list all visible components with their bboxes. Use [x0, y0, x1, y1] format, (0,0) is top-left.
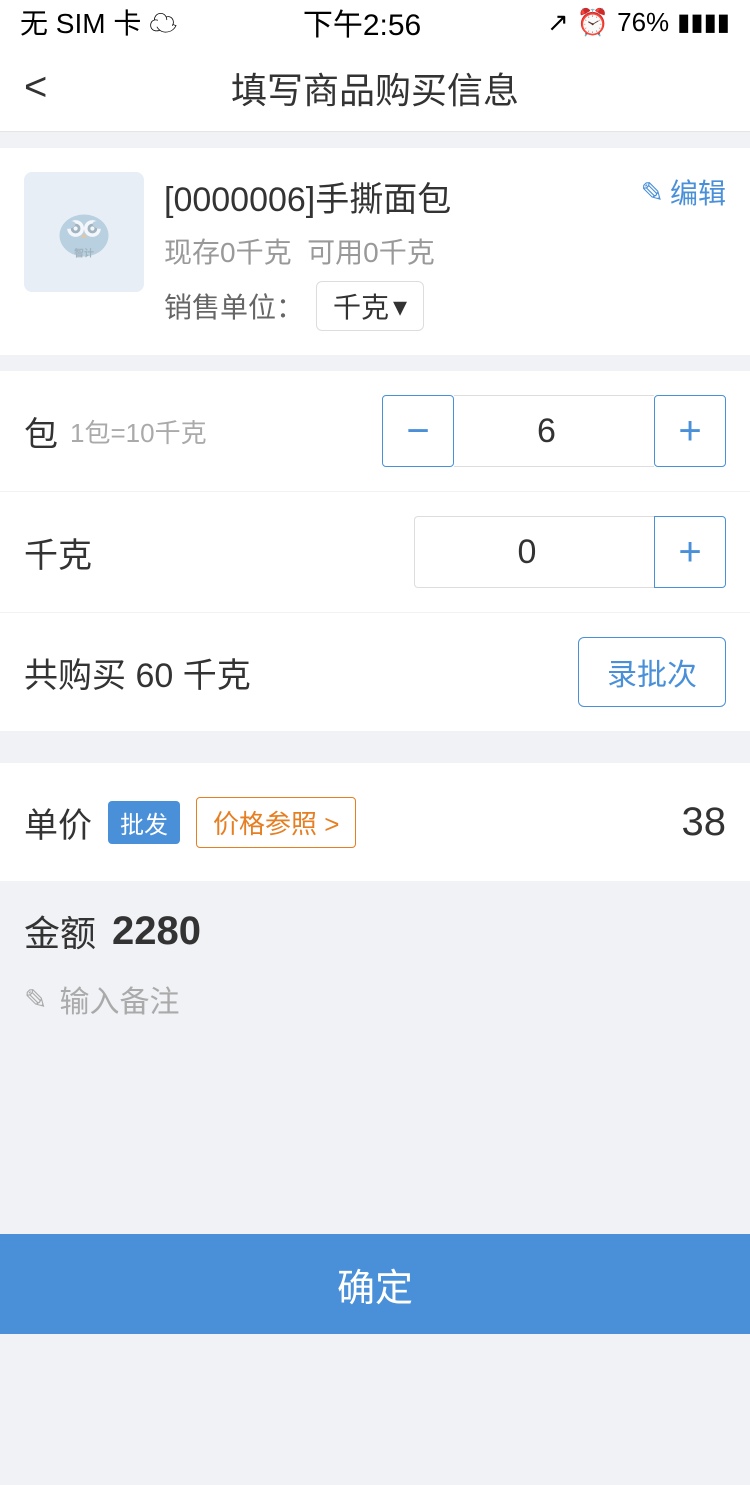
- status-bar: 无 SIM 卡 ☁ 下午2:56 ↗ ⏰ 76% ▮▮▮▮: [0, 0, 750, 44]
- price-value: 38: [682, 800, 727, 845]
- amount-row: 金额 2280: [24, 905, 726, 957]
- page-title: 填写商品购买信息: [231, 62, 519, 114]
- empty-space: [0, 1045, 750, 1385]
- alarm-icon: ⏰: [577, 7, 609, 38]
- bao-controls: − +: [382, 395, 726, 467]
- dropdown-icon: ▾: [393, 290, 407, 323]
- bao-increment-button[interactable]: +: [654, 395, 726, 467]
- back-button[interactable]: <: [24, 65, 47, 110]
- kg-controls: +: [414, 516, 726, 588]
- product-card: 智计 [0000006]手撕面包 现存0千克 可用0千克 销售单位： 千克 ▾ …: [0, 148, 750, 355]
- kg-input[interactable]: [414, 516, 654, 588]
- kg-input-row: 千克 +: [0, 492, 750, 613]
- separator-1: [0, 355, 750, 371]
- status-left: 无 SIM 卡 ☁: [20, 2, 177, 42]
- price-ref-button[interactable]: 价格参照 >: [196, 797, 356, 848]
- bao-hint: 1包=10千克: [70, 413, 382, 450]
- unit-select[interactable]: 千克 ▾: [316, 281, 424, 331]
- edit-button[interactable]: ✎ 编辑: [641, 172, 726, 212]
- battery-level: 76%: [617, 7, 669, 38]
- price-section: 单价 批发 价格参照 > 38: [0, 763, 750, 881]
- batch-tag: 批发: [108, 801, 180, 844]
- remark-input[interactable]: 输入备注: [59, 977, 179, 1021]
- svg-text:智计: 智计: [74, 247, 94, 260]
- nav-bar: < 填写商品购买信息: [0, 44, 750, 132]
- product-thumbnail: 智计: [24, 172, 144, 292]
- bao-label: 包: [24, 407, 58, 456]
- pencil-icon: ✎: [24, 983, 47, 1016]
- kg-label: 千克: [24, 528, 92, 577]
- kg-increment-button[interactable]: +: [654, 516, 726, 588]
- bao-input-row: 包 1包=10千克 − +: [0, 371, 750, 492]
- confirm-button[interactable]: 确定: [337, 1257, 413, 1312]
- location-icon: ↗: [547, 7, 569, 38]
- bao-decrement-button[interactable]: −: [382, 395, 454, 467]
- amount-label: 金额: [24, 905, 96, 957]
- total-text: 共购买 60 千克: [24, 648, 251, 697]
- price-label: 单价: [24, 798, 92, 847]
- amount-section: 金额 2280 ✎ 输入备注: [0, 881, 750, 1045]
- unit-label: 销售单位：: [164, 286, 304, 326]
- batch-button[interactable]: 录批次: [578, 637, 726, 707]
- input-section: 包 1包=10千克 − + 千克 +: [0, 371, 750, 613]
- product-image-icon: 智计: [49, 197, 119, 267]
- separator-2: [0, 731, 750, 747]
- battery-icon: ▮▮▮▮: [677, 8, 730, 37]
- status-time: 下午2:56: [303, 0, 421, 44]
- amount-value: 2280: [112, 909, 201, 954]
- remark-row[interactable]: ✎ 输入备注: [24, 977, 726, 1021]
- confirm-bar[interactable]: 确定: [0, 1234, 750, 1334]
- price-left: 单价 批发 价格参照 >: [24, 797, 356, 848]
- product-unit-row: 销售单位： 千克 ▾: [164, 281, 726, 331]
- total-row: 共购买 60 千克 录批次: [0, 613, 750, 731]
- bao-input[interactable]: [454, 395, 654, 467]
- status-right: ↗ ⏰ 76% ▮▮▮▮: [547, 7, 730, 38]
- status-signal: 无 SIM 卡 ☁: [20, 2, 177, 42]
- price-row: 单价 批发 价格参照 > 38: [24, 787, 726, 857]
- edit-icon: ✎: [641, 176, 664, 209]
- product-stock: 现存0千克 可用0千克: [164, 231, 726, 271]
